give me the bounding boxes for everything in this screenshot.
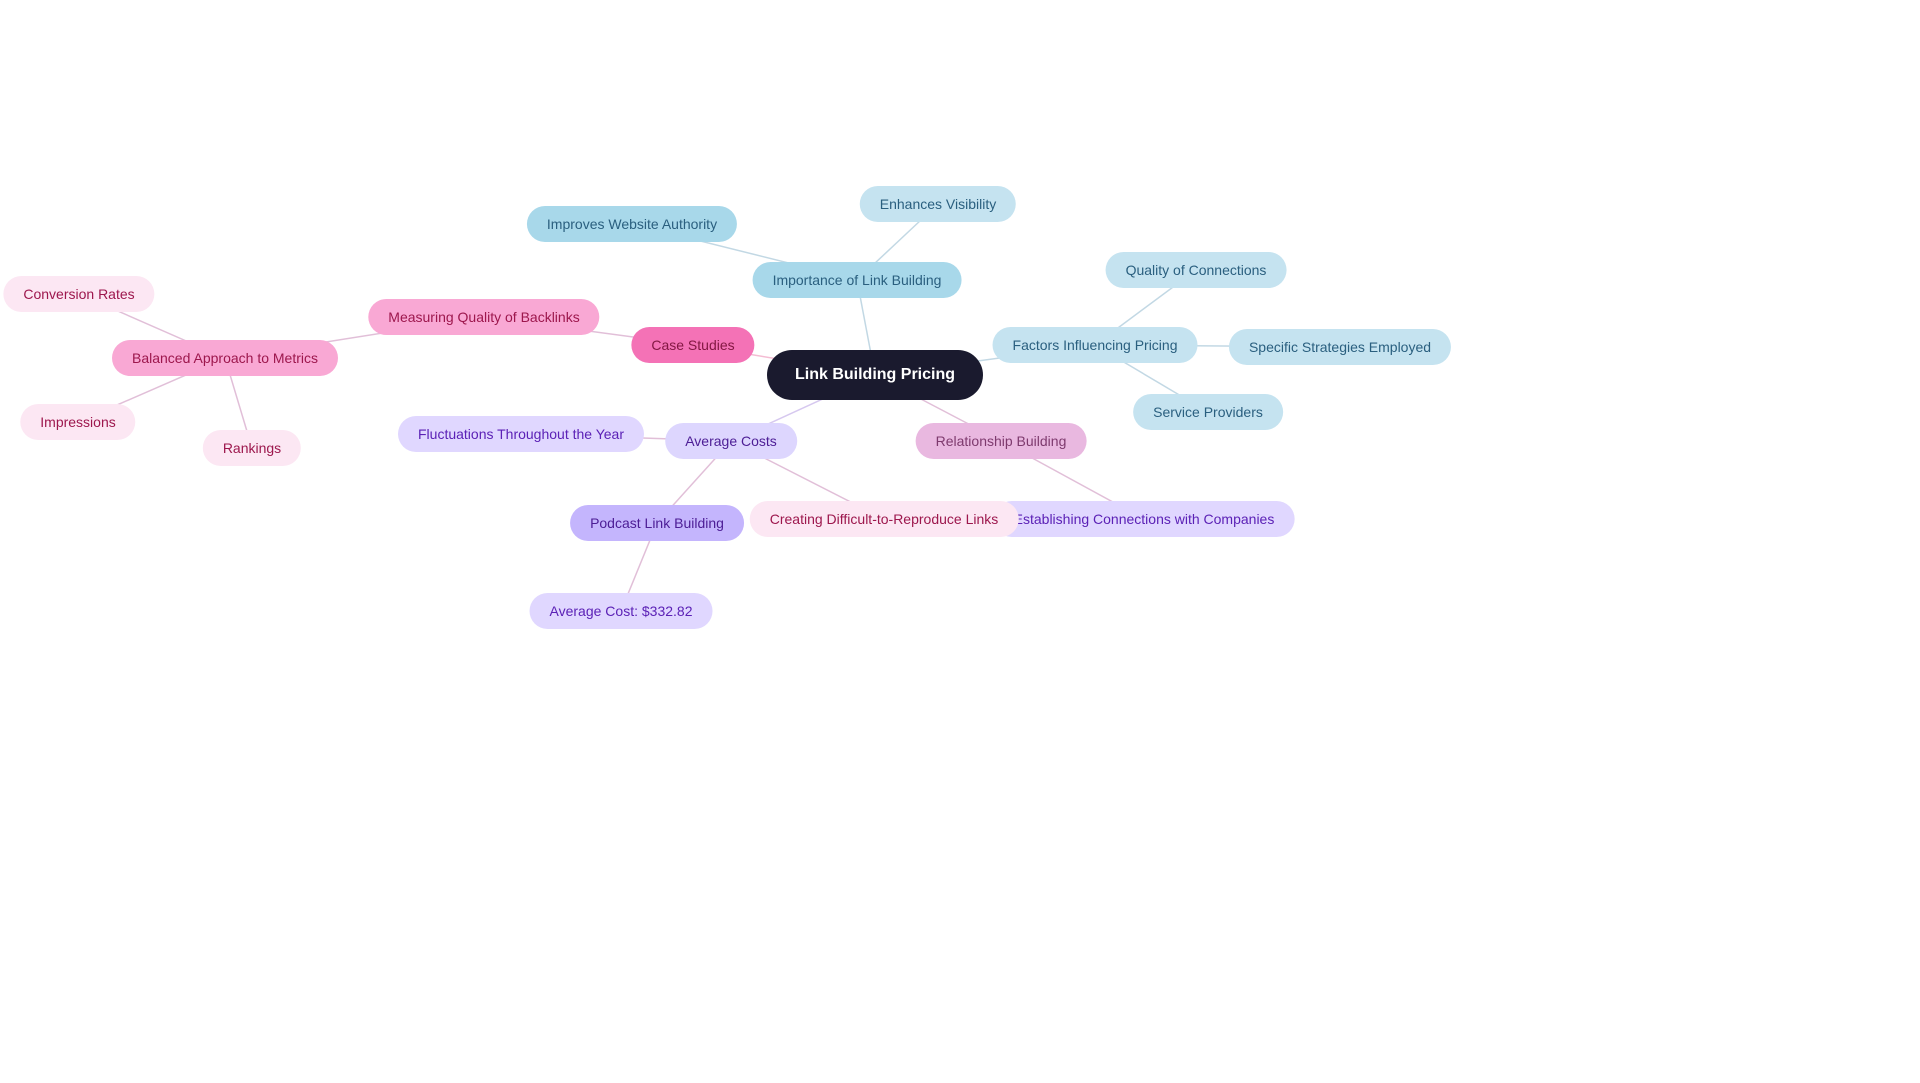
node-creatingDifficult: Creating Difficult-to-Reproduce Links [750,501,1019,537]
node-center: Link Building Pricing [767,350,983,400]
node-balancedApproach: Balanced Approach to Metrics [112,340,338,376]
node-factorsInfluencing: Factors Influencing Pricing [993,327,1198,363]
node-rankings: Rankings [203,430,301,466]
node-specificStrategies: Specific Strategies Employed [1229,329,1451,365]
node-enhances: Enhances Visibility [860,186,1016,222]
node-qualityConnections: Quality of Connections [1106,252,1287,288]
node-impressions: Impressions [20,404,135,440]
node-averageCosts: Average Costs [665,423,797,459]
node-importance: Importance of Link Building [753,262,962,298]
connections-svg [0,0,1920,1083]
node-serviceProviders: Service Providers [1133,394,1283,430]
node-relationshipBuilding: Relationship Building [916,423,1087,459]
node-improves: Improves Website Authority [527,206,737,242]
node-caseStudies: Case Studies [631,327,754,363]
node-podcastLink: Podcast Link Building [570,505,744,541]
mindmap-container: Link Building Pricing Importance of Link … [0,0,1920,1083]
node-fluctuations: Fluctuations Throughout the Year [398,416,644,452]
node-establishingConnections: Establishing Connections with Companies [994,501,1295,537]
node-averageCost: Average Cost: $332.82 [530,593,713,629]
node-measuringQuality: Measuring Quality of Backlinks [368,299,599,335]
node-conversionRates: Conversion Rates [3,276,154,312]
